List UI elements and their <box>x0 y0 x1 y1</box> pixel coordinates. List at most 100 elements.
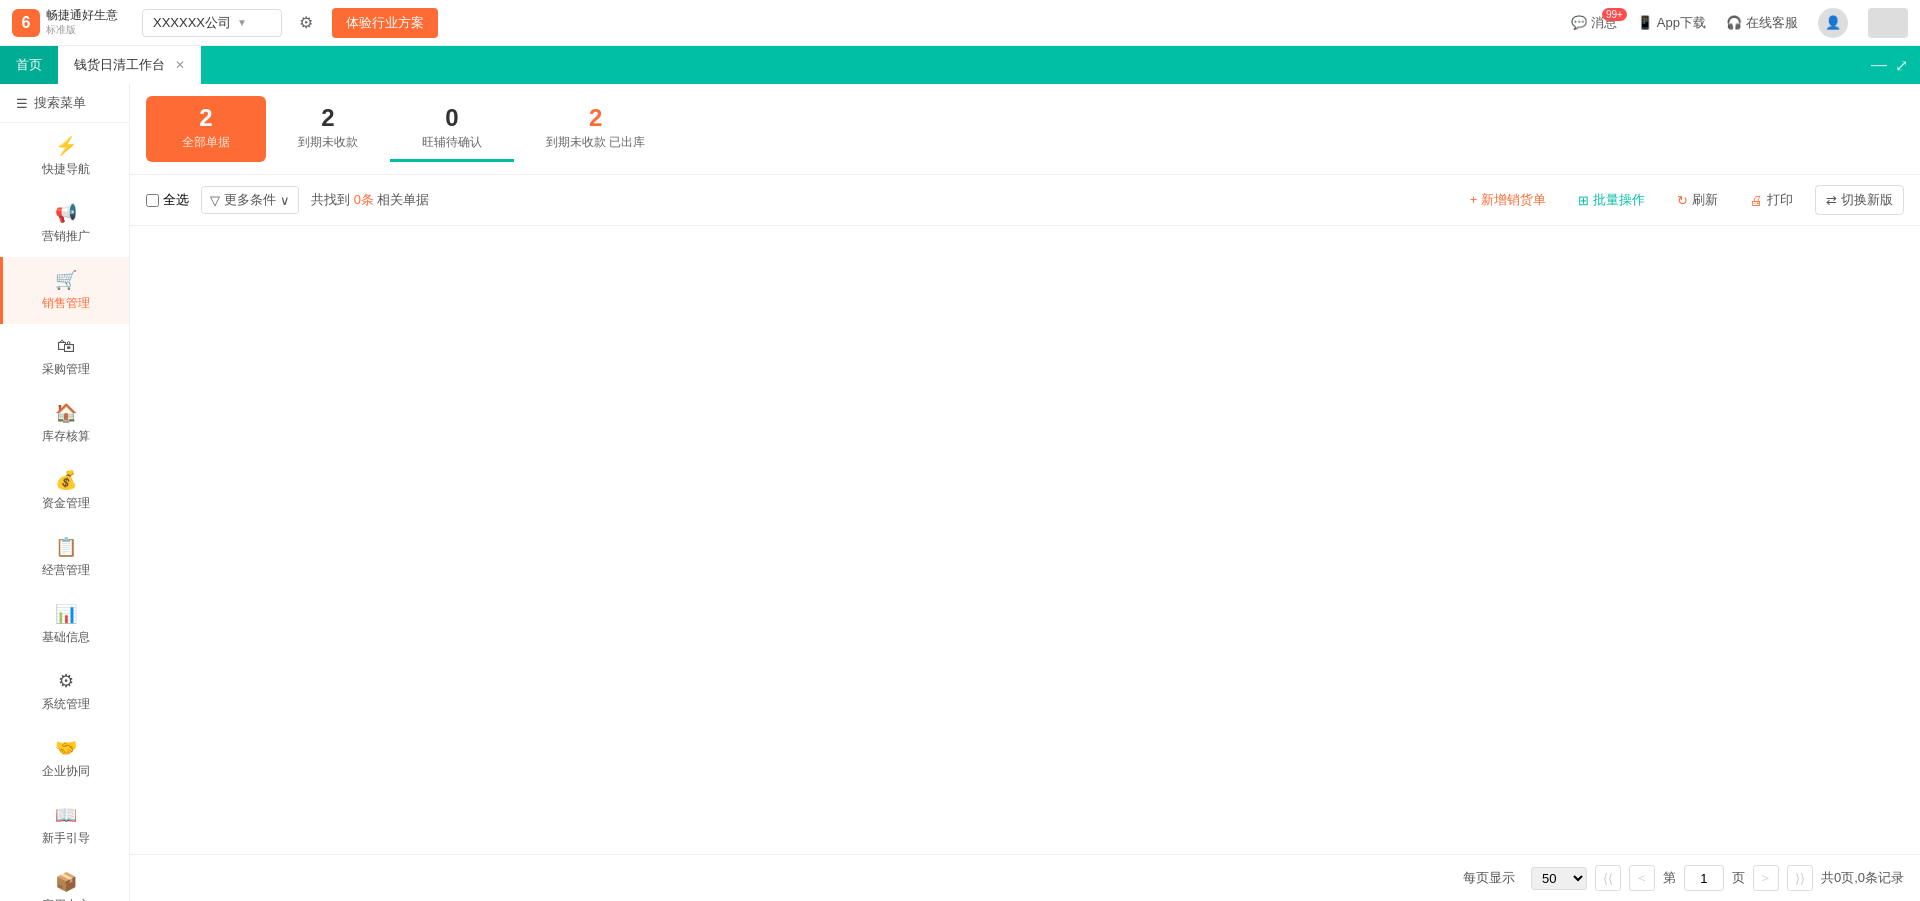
inventory-icon: 🏠 <box>55 402 77 424</box>
stat-number-all: 2 <box>199 104 212 132</box>
last-page-btn[interactable]: ⟩⟩ <box>1787 865 1813 891</box>
logo-text-block: 畅捷通好生意 标准版 <box>46 8 118 38</box>
online-service-label: 在线客服 <box>1746 14 1798 32</box>
settings-button[interactable]: ⚙ <box>290 7 322 39</box>
tab-minimize-icon[interactable]: — <box>1871 56 1887 74</box>
finance-icon: 💰 <box>55 469 77 491</box>
sidebar-item-inventory[interactable]: 🏠 库存核算 <box>0 390 129 457</box>
found-count: 0条 <box>354 192 374 207</box>
stat-number-wangfu: 0 <box>445 104 458 132</box>
sales-label: 销售管理 <box>42 295 90 312</box>
print-label: 打印 <box>1767 191 1793 209</box>
toolbar: 全选 ▽ 更多条件 ∨ 共找到 0条 相关单据 + 新增销货单 ⊞ 批量操作 ↻ <box>130 175 1920 226</box>
stat-label-overdue: 到期未收款 <box>298 134 358 151</box>
table-area <box>130 226 1920 854</box>
message-btn[interactable]: 💬 消息 99+ <box>1571 14 1617 32</box>
marketing-icon: 📢 <box>55 202 77 224</box>
filter-icon: ▽ <box>210 193 220 208</box>
stat-label-wangfu: 旺辅待确认 <box>422 134 482 151</box>
sidebar-item-purchase[interactable]: 🛍 采购管理 <box>0 324 129 390</box>
stat-card-overdue[interactable]: 2 到期未收款 <box>266 96 390 162</box>
sidebar: ☰ 搜索菜单 ⚡ 快捷导航 📢 营销推广 🛒 销售管理 🛍 采购管理 🏠 库存核… <box>0 84 130 901</box>
stat-card-shipped[interactable]: 2 到期未收款 已出库 <box>514 96 677 162</box>
logo-badge: 标准版 <box>46 23 118 37</box>
system-label: 系统管理 <box>42 696 90 713</box>
sidebar-item-search[interactable]: ☰ 搜索菜单 <box>0 84 129 123</box>
tab-expand-icon[interactable]: ⤢ <box>1895 56 1908 75</box>
sidebar-item-system[interactable]: ⚙ 系统管理 <box>0 658 129 725</box>
tab-work-desk[interactable]: 钱货日清工作台 ✕ <box>58 46 201 84</box>
logo-icon: 6 <box>12 9 40 37</box>
home-tab-label: 首页 <box>16 56 42 74</box>
select-all-input[interactable] <box>146 194 159 207</box>
sidebar-item-enterprise[interactable]: 🤝 企业协同 <box>0 725 129 792</box>
inventory-label: 库存核算 <box>42 428 90 445</box>
avatar[interactable]: 👤 <box>1818 8 1848 38</box>
add-sales-order-btn[interactable]: + 新增销货单 <box>1460 186 1556 214</box>
search-menu-label: 搜索菜单 <box>34 94 86 112</box>
app-download-btn[interactable]: 📱 App下载 <box>1637 14 1706 32</box>
logo-area: 6 畅捷通好生意 标准版 <box>12 8 142 38</box>
tab-close-icon[interactable]: ✕ <box>175 58 185 72</box>
filter-label: 更多条件 <box>224 191 276 209</box>
refresh-btn[interactable]: ↻ 刷新 <box>1667 186 1728 214</box>
page-suffix: 页 <box>1732 869 1745 887</box>
stat-card-all[interactable]: 2 全部单据 <box>146 96 266 162</box>
batch-label: 批量操作 <box>1593 191 1645 209</box>
batch-operation-btn[interactable]: ⊞ 批量操作 <box>1568 186 1655 214</box>
user-profile-area[interactable] <box>1868 8 1908 38</box>
company-selector[interactable]: XXXXXX公司 ▼ <box>142 9 282 37</box>
header-right: 💬 消息 99+ 📱 App下载 🎧 在线客服 👤 <box>1571 8 1908 38</box>
stat-card-wangfu[interactable]: 0 旺辅待确认 <box>390 96 514 162</box>
guide-label: 新手引导 <box>42 830 90 847</box>
logo-text: 畅捷通好生意 <box>46 8 118 24</box>
filter-arrow-icon: ∨ <box>280 193 290 208</box>
prev-page-btn[interactable]: ＜ <box>1629 865 1655 891</box>
select-all-label: 全选 <box>163 191 189 209</box>
sidebar-item-finance[interactable]: 💰 资金管理 <box>0 457 129 524</box>
switch-icon: ⇄ <box>1826 193 1837 208</box>
toolbar-right: + 新增销货单 ⊞ 批量操作 ↻ 刷新 🖨 打印 ⇄ 切换新版 <box>1460 185 1904 215</box>
content-area: 2 全部单据 2 到期未收款 0 旺辅待确认 2 到期未收款 已出库 全选 <box>130 84 1920 901</box>
enterprise-icon: 🤝 <box>55 737 77 759</box>
found-text: 共找到 0条 相关单据 <box>311 191 429 209</box>
next-page-btn[interactable]: ＞ <box>1753 865 1779 891</box>
online-service-btn[interactable]: 🎧 在线客服 <box>1726 14 1798 32</box>
stat-number-shipped: 2 <box>589 104 602 132</box>
print-icon: 🖨 <box>1750 193 1763 208</box>
sidebar-item-guide[interactable]: 📖 新手引导 <box>0 792 129 859</box>
batch-icon: ⊞ <box>1578 193 1589 208</box>
top-header: 6 畅捷通好生意 标准版 XXXXXX公司 ▼ ⚙ 体验行业方案 💬 消息 99… <box>0 0 1920 46</box>
tab-home[interactable]: 首页 <box>0 46 58 84</box>
sidebar-item-app-center[interactable]: 📦 应用中心 <box>0 859 129 901</box>
stat-label-all: 全部单据 <box>182 134 230 151</box>
tab-bar: 首页 钱货日清工作台 ✕ — ⤢ <box>0 46 1920 84</box>
per-page-select[interactable]: 50 100 200 <box>1531 867 1587 890</box>
select-all-checkbox[interactable]: 全选 <box>146 191 189 209</box>
sidebar-item-sales[interactable]: 🛒 销售管理 <box>0 257 129 324</box>
quick-nav-icon: ⚡ <box>55 135 77 157</box>
refresh-icon: ↻ <box>1677 193 1688 208</box>
search-menu-icon: ☰ <box>16 96 28 111</box>
sidebar-item-marketing[interactable]: 📢 营销推广 <box>0 190 129 257</box>
dropdown-arrow-icon: ▼ <box>237 17 247 28</box>
sidebar-item-quick-nav[interactable]: ⚡ 快捷导航 <box>0 123 129 190</box>
per-page-label: 每页显示 <box>1463 869 1515 887</box>
sidebar-item-basic-info[interactable]: 📊 基础信息 <box>0 591 129 658</box>
stat-label-shipped: 到期未收款 已出库 <box>546 134 645 151</box>
switch-version-btn[interactable]: ⇄ 切换新版 <box>1815 185 1904 215</box>
print-btn[interactable]: 🖨 打印 <box>1740 186 1803 214</box>
purchase-label: 采购管理 <box>42 361 90 378</box>
sidebar-item-operations[interactable]: 📋 经营管理 <box>0 524 129 591</box>
filter-button[interactable]: ▽ 更多条件 ∨ <box>201 186 299 214</box>
page-input[interactable] <box>1684 865 1724 891</box>
app-download-label: App下载 <box>1657 14 1706 32</box>
enterprise-label: 企业协同 <box>42 763 90 780</box>
app-download-icon: 📱 <box>1637 15 1653 30</box>
stats-row: 2 全部单据 2 到期未收款 0 旺辅待确认 2 到期未收款 已出库 <box>130 84 1920 175</box>
purchase-icon: 🛍 <box>57 336 75 357</box>
system-icon: ⚙ <box>58 670 74 692</box>
guide-icon: 📖 <box>55 804 77 826</box>
trial-btn[interactable]: 体验行业方案 <box>332 8 438 38</box>
first-page-btn[interactable]: ⟨⟨ <box>1595 865 1621 891</box>
